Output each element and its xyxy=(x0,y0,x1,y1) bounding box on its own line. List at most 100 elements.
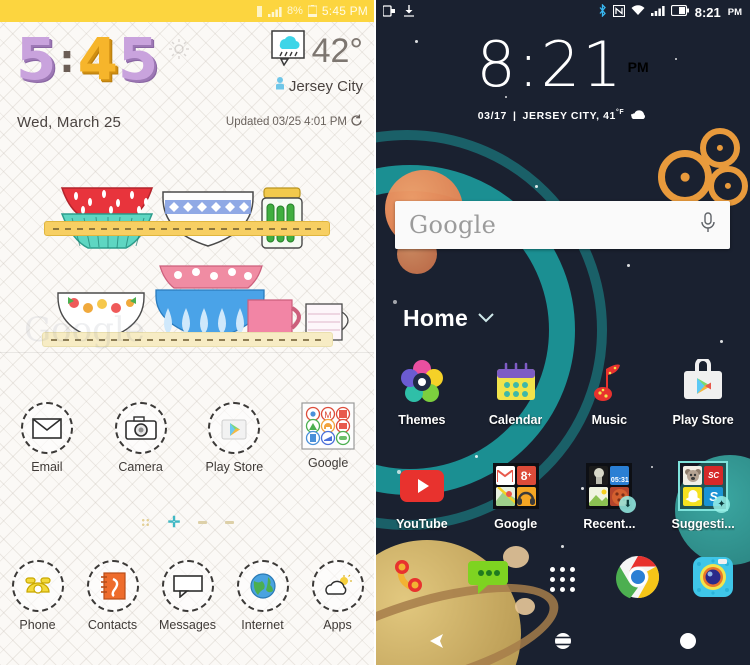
clock-digits[interactable]: 5 : 4 5 xyxy=(16,30,190,88)
page-dash[interactable] xyxy=(198,521,208,524)
home-screen-divider xyxy=(0,352,375,353)
weather-widget[interactable]: 42° Jersey City xyxy=(270,30,363,95)
dock-contacts[interactable]: Contacts xyxy=(75,560,150,632)
clock-date: 03/17 xyxy=(477,109,507,122)
themes-flower-icon[interactable] xyxy=(398,358,446,406)
google-folder-icon[interactable]: 8 + xyxy=(492,462,540,510)
envelope-icon[interactable] xyxy=(20,402,73,454)
app-drawer-button[interactable] xyxy=(525,555,600,604)
app-youtube[interactable]: YouTube xyxy=(375,462,469,531)
app-play-store[interactable]: Play Store xyxy=(656,358,750,427)
chrome-icon[interactable] xyxy=(615,555,660,604)
app-label: Suggesti... xyxy=(671,517,735,531)
wallpaper-shelf-top xyxy=(0,140,375,260)
nav-back-button[interactable] xyxy=(375,630,500,657)
wallpaper-star xyxy=(475,455,478,458)
app-music[interactable]: Music xyxy=(563,358,657,427)
wifi-icon xyxy=(631,5,645,19)
dock-phone[interactable] xyxy=(375,555,450,604)
clock-location: JERSEY CITY, 41°F xyxy=(522,109,625,122)
app-email[interactable]: Email xyxy=(0,402,94,474)
contacts-icon[interactable] xyxy=(86,560,139,612)
dock-apps[interactable]: Apps xyxy=(300,560,375,632)
nav-recents-button[interactable] xyxy=(625,630,750,657)
app-play-store[interactable]: Play Store xyxy=(188,402,282,474)
right-clock-widget[interactable]: 8:21 PM 03/17 | JERSEY CITY, 41°F xyxy=(375,34,750,123)
download-badge-icon: ⬇ xyxy=(619,496,637,513)
screen-cast-icon xyxy=(382,4,396,20)
left-status-bar: 8% 5:45 PM xyxy=(0,0,375,22)
updated-label: Updated xyxy=(225,116,270,128)
dock-internet[interactable]: Internet xyxy=(225,560,300,632)
chevron-down-icon[interactable] xyxy=(478,310,494,328)
camera-icon[interactable] xyxy=(114,402,167,454)
widget-date: Wed, March 25 xyxy=(17,114,122,131)
nav-home-button[interactable] xyxy=(500,630,625,657)
google-search-bar[interactable]: Google xyxy=(395,201,730,249)
page-dash[interactable] xyxy=(225,521,235,524)
play-store-icon[interactable] xyxy=(679,358,727,406)
app-label: Google xyxy=(307,456,349,470)
weather-cloud-icon[interactable] xyxy=(311,560,364,612)
updated-date: 03/25 xyxy=(272,116,302,128)
wallpaper-star xyxy=(561,545,564,548)
globe-icon[interactable] xyxy=(236,560,289,612)
home-label: Home xyxy=(403,305,469,331)
back-icon[interactable] xyxy=(427,632,449,655)
recents-icon[interactable] xyxy=(677,631,699,656)
svg-text:M: M xyxy=(324,410,332,420)
app-recent-folder[interactable]: 05:31 ⬇ Recent... xyxy=(563,462,657,531)
messages-icon[interactable] xyxy=(466,558,510,601)
google-folder-icon[interactable]: M xyxy=(301,402,355,450)
microphone-icon[interactable] xyxy=(700,211,716,239)
suggestions-folder-icon[interactable]: SC S ✦ xyxy=(678,461,731,513)
page-indicator-row: ✛ xyxy=(0,515,375,530)
weather-main-row: 42° xyxy=(270,30,363,71)
youtube-icon[interactable] xyxy=(398,462,446,510)
dock-label: Messages xyxy=(159,618,216,632)
dock-messages[interactable] xyxy=(450,555,525,604)
app-calendar[interactable]: Calendar xyxy=(469,358,563,427)
phone-icon[interactable] xyxy=(391,560,435,599)
home-icon[interactable] xyxy=(551,630,575,657)
camera-icon[interactable] xyxy=(692,556,734,603)
status-left-icons xyxy=(382,4,592,20)
phone-icon[interactable] xyxy=(11,560,64,612)
search-input[interactable]: Google xyxy=(409,211,700,239)
clock-time-row: 8:21 PM xyxy=(375,34,750,96)
app-label: Play Store xyxy=(205,460,264,474)
sim-icon xyxy=(256,5,263,17)
recent-folder-icon[interactable]: 05:31 ⬇ xyxy=(585,462,637,513)
dock-label: Phone xyxy=(19,618,56,632)
wallpaper-star xyxy=(535,185,538,188)
dock-messages[interactable]: Messages xyxy=(150,560,225,632)
folder-grid: 8 + xyxy=(492,463,539,509)
app-themes[interactable]: Themes xyxy=(375,358,469,427)
play-store-icon[interactable] xyxy=(208,402,261,454)
app-camera[interactable]: Camera xyxy=(94,402,188,474)
app-suggestions-folder[interactable]: SC S ✦ Suggesti... xyxy=(656,461,750,531)
calendar-icon[interactable] xyxy=(492,358,540,406)
clock-period: PM xyxy=(627,59,649,75)
clock-colon: : xyxy=(59,37,75,81)
dock-camera[interactable] xyxy=(675,555,750,604)
grid-icon[interactable] xyxy=(140,518,150,527)
dock-phone[interactable]: Phone xyxy=(0,560,75,632)
app-google-folder[interactable]: M Google xyxy=(281,402,375,474)
home-selector[interactable]: Home xyxy=(403,305,494,332)
location-pin-icon xyxy=(275,77,285,95)
app-google-folder[interactable]: 8 + Google xyxy=(469,462,563,531)
weather-updated-row[interactable]: Updated 03/25 4:01 PM xyxy=(226,114,363,130)
plus-icon[interactable]: ✛ xyxy=(168,515,181,530)
dock-chrome[interactable] xyxy=(600,555,675,604)
flashlight-icon xyxy=(589,466,609,485)
app-drawer-icon[interactable] xyxy=(550,567,575,592)
message-bubble-icon[interactable] xyxy=(161,560,214,612)
koala-app-icon xyxy=(683,466,703,485)
clock-time: 8:21 xyxy=(476,28,624,101)
app-label: Calendar xyxy=(488,413,543,427)
music-note-icon[interactable] xyxy=(585,358,633,406)
left-clock-weather-widget[interactable]: 5 : 4 5 Wed, March 25 42° Jersey City Up… xyxy=(0,26,375,138)
refresh-icon[interactable] xyxy=(350,114,363,130)
app-label: YouTube xyxy=(396,517,448,531)
